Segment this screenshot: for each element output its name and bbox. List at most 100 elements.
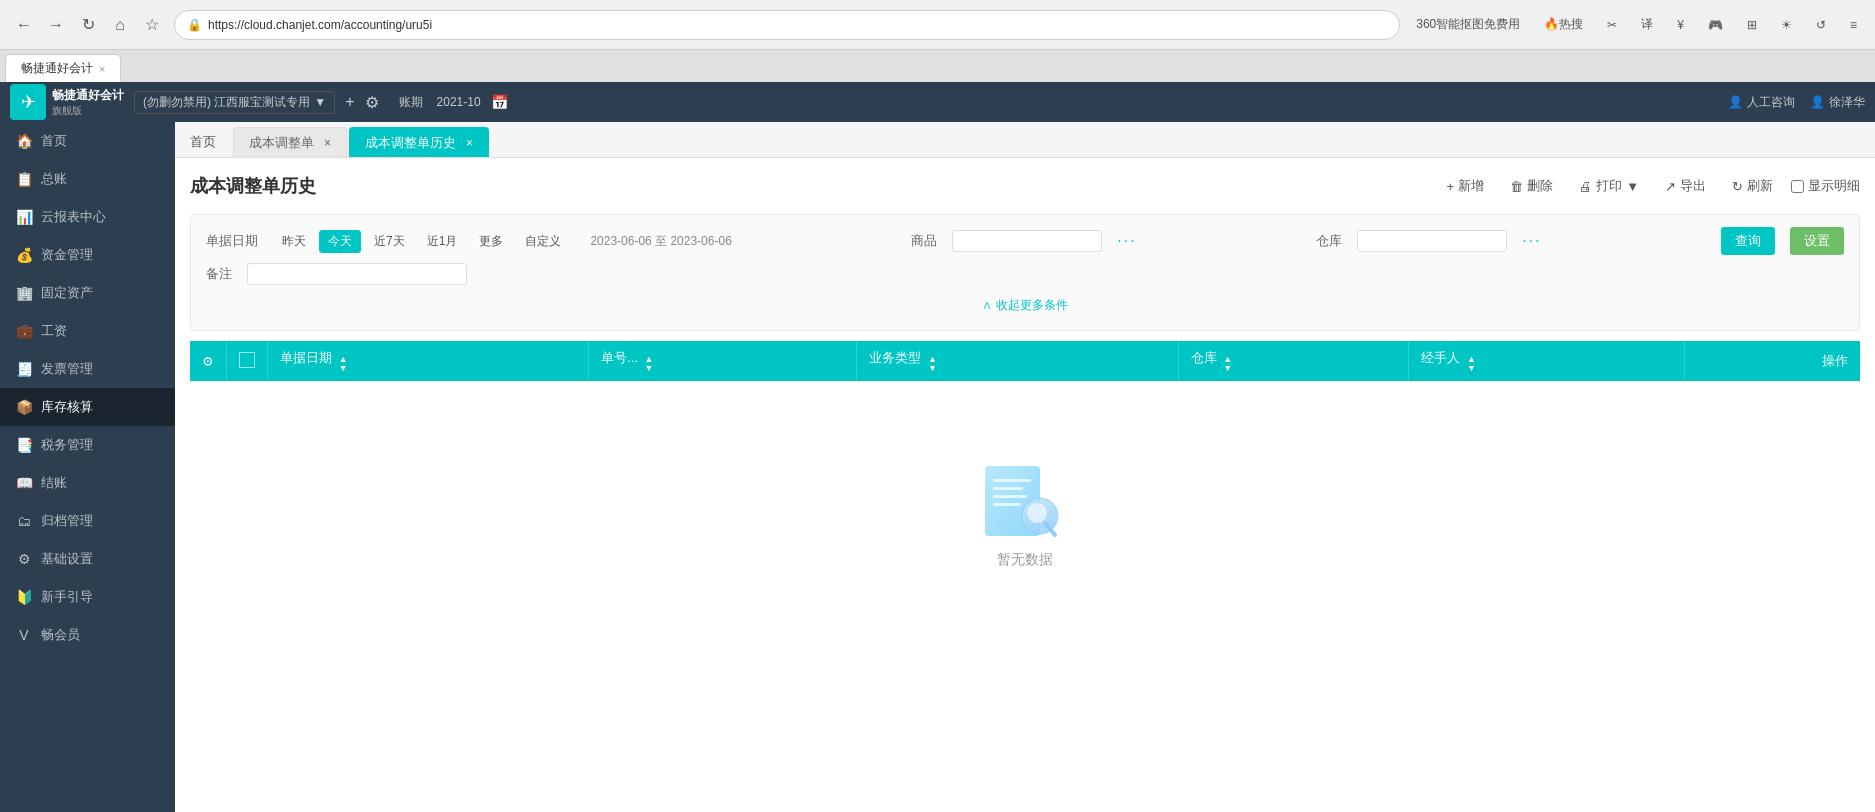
- date-btn-more[interactable]: 更多: [470, 230, 512, 253]
- customer-service-link[interactable]: 👤 人工咨询: [1728, 94, 1795, 111]
- home-tab-label: 首页: [190, 133, 216, 151]
- th-action: 操作: [1685, 341, 1860, 381]
- th-handler[interactable]: 经手人 ▲▼: [1409, 341, 1685, 381]
- show-cols-input[interactable]: [1791, 180, 1804, 193]
- th-date[interactable]: 单据日期 ▲▼: [268, 341, 589, 381]
- lock-icon: 🔒: [187, 18, 202, 32]
- search-tool[interactable]: 360智能抠图免费用: [1408, 13, 1528, 36]
- hot-search[interactable]: 🔥热搜: [1536, 13, 1591, 36]
- game-icon[interactable]: 🎮: [1700, 15, 1731, 35]
- print-button[interactable]: 🖨 打印 ▼: [1571, 173, 1647, 199]
- page-title-bar: 成本调整单历史 + 新增 🗑 删除 🖨 打印 ▼: [190, 173, 1860, 199]
- sidebar-label-11: 基础设置: [41, 550, 93, 568]
- sidebar-item-12[interactable]: 🔰新手引导: [0, 578, 175, 616]
- setting-button[interactable]: 设置: [1790, 227, 1844, 255]
- svg-rect-3: [993, 495, 1027, 498]
- content-area: 首页 成本调整单 × 成本调整单历史 × 成本调整单历史 + 新增: [175, 122, 1875, 812]
- data-table: ⚙ 单据日期 ▲▼ 单号... ▲▼ 业务类型: [190, 341, 1860, 649]
- collapse-button[interactable]: ∧ 收起更多条件: [206, 293, 1844, 318]
- browser-tab-close[interactable]: ×: [99, 63, 105, 75]
- sidebar-item-3[interactable]: 💰资金管理: [0, 236, 175, 274]
- star-button[interactable]: ☆: [138, 11, 166, 39]
- print-label: 打印: [1596, 177, 1622, 195]
- sidebar-label-8: 税务管理: [41, 436, 93, 454]
- warehouse-dots-icon[interactable]: ···: [1522, 232, 1541, 250]
- th-number[interactable]: 单号... ▲▼: [589, 341, 857, 381]
- menu-icon[interactable]: ≡: [1842, 15, 1865, 35]
- select-all-checkbox[interactable]: [239, 352, 255, 368]
- forward-button[interactable]: →: [42, 11, 70, 39]
- sidebar-item-7[interactable]: 📦库存核算: [0, 388, 175, 426]
- delete-button[interactable]: 🗑 删除: [1502, 173, 1561, 199]
- export-icon: ↗: [1665, 179, 1676, 194]
- sidebar-item-10[interactable]: 🗂归档管理: [0, 502, 175, 540]
- wallet-icon[interactable]: ¥: [1669, 15, 1692, 35]
- delete-label: 删除: [1527, 177, 1553, 195]
- date-btn-yesterday[interactable]: 昨天: [273, 230, 315, 253]
- th-settings[interactable]: ⚙: [190, 341, 227, 381]
- sidebar-item-6[interactable]: 🧾发票管理: [0, 350, 175, 388]
- sidebar-item-1[interactable]: 📋 总账: [0, 160, 175, 198]
- tab-cost-adjustment-history-close[interactable]: ×: [466, 136, 473, 150]
- scissors-icon[interactable]: ✂: [1599, 15, 1625, 35]
- sidebar-label-1: 总账: [41, 170, 67, 188]
- sidebar-item-11[interactable]: ⚙基础设置: [0, 540, 175, 578]
- company-selector[interactable]: (勿删勿禁用) 江西服宝测试专用 ▼: [134, 91, 335, 114]
- date-btn-custom[interactable]: 自定义: [516, 230, 570, 253]
- browser-tab-bar: 畅捷通好会计 ×: [0, 50, 1875, 82]
- period-value: 2021-10: [437, 95, 481, 109]
- sidebar-item-13[interactable]: V畅会员: [0, 616, 175, 654]
- tab-cost-adjustment-history-label: 成本调整单历史: [365, 134, 456, 152]
- grid-icon[interactable]: ⊞: [1739, 15, 1765, 35]
- refresh-button[interactable]: ↻ 刷新: [1724, 173, 1781, 199]
- date-btn-today[interactable]: 今天: [319, 230, 361, 253]
- goods-input[interactable]: [952, 230, 1102, 252]
- sidebar-item-4[interactable]: 🏢固定资产: [0, 274, 175, 312]
- show-cols-label: 显示明细: [1808, 177, 1860, 195]
- warehouse-label: 仓库: [1316, 232, 1342, 250]
- sidebar-item-2[interactable]: 📊云报表中心: [0, 198, 175, 236]
- sidebar-item-0[interactable]: 🏠首页: [0, 122, 175, 160]
- empty-text: 暂无数据: [997, 551, 1053, 569]
- th-biz-type[interactable]: 业务类型 ▲▼: [857, 341, 1178, 381]
- th-warehouse[interactable]: 仓库 ▲▼: [1178, 341, 1409, 381]
- tab-cost-adjustment-close[interactable]: ×: [324, 136, 331, 150]
- refresh-button[interactable]: ↻: [74, 11, 102, 39]
- show-cols-checkbox[interactable]: 显示明细: [1791, 177, 1860, 195]
- table-body: 暂无数据: [190, 381, 1860, 649]
- tab-cost-adjustment[interactable]: 成本调整单 ×: [233, 127, 347, 157]
- app-header: ✈ 畅捷通好会计 旗舰版 (勿删勿禁用) 江西服宝测试专用 ▼ + ⚙ 账期 2…: [0, 82, 1875, 122]
- sidebar-icon-6: 🧾: [15, 361, 33, 377]
- user-profile-link[interactable]: 👤 徐泽华: [1810, 94, 1865, 111]
- add-company-button[interactable]: +: [345, 93, 354, 111]
- warehouse-input[interactable]: [1357, 230, 1507, 252]
- undo-icon[interactable]: ↺: [1808, 15, 1834, 35]
- sidebar-item-5[interactable]: 💼工资: [0, 312, 175, 350]
- user-icon: 👤: [1810, 95, 1825, 109]
- goods-dots-icon[interactable]: ···: [1117, 232, 1136, 250]
- sidebar: 🏠首页 📋 总账 📊云报表中心💰资金管理🏢固定资产💼工资🧾发票管理📦库存核算📑税务管理…: [0, 122, 175, 812]
- th-checkbox[interactable]: [227, 341, 268, 381]
- new-button[interactable]: + 新增: [1439, 173, 1493, 199]
- browser-tab[interactable]: 畅捷通好会计 ×: [5, 54, 121, 82]
- back-button[interactable]: ←: [10, 11, 38, 39]
- calendar-icon[interactable]: 📅: [491, 94, 508, 110]
- sidebar-item-8[interactable]: 📑税务管理: [0, 426, 175, 464]
- tab-cost-adjustment-history[interactable]: 成本调整单历史 ×: [349, 127, 489, 157]
- refresh-label: 刷新: [1747, 177, 1773, 195]
- sidebar-icon-1: 📋: [15, 171, 33, 187]
- translate-icon[interactable]: 译: [1633, 13, 1661, 36]
- search-button[interactable]: 查询: [1721, 227, 1775, 255]
- home-button[interactable]: ⌂: [106, 11, 134, 39]
- sidebar-item-9[interactable]: 📖结账: [0, 464, 175, 502]
- date-btn-7days[interactable]: 近7天: [365, 230, 414, 253]
- note-input[interactable]: [247, 263, 467, 285]
- address-bar[interactable]: 🔒 https://cloud.chanjet.com/accounting/u…: [174, 10, 1400, 40]
- tab-home[interactable]: 首页: [175, 127, 231, 157]
- page-content: 成本调整单历史 + 新增 🗑 删除 🖨 打印 ▼: [175, 158, 1875, 812]
- sidebar-label-12: 新手引导: [41, 588, 93, 606]
- export-button[interactable]: ↗ 导出: [1657, 173, 1714, 199]
- sun-icon[interactable]: ☀: [1773, 15, 1800, 35]
- date-btn-1month[interactable]: 近1月: [418, 230, 467, 253]
- settings-icon[interactable]: ⚙: [365, 93, 379, 112]
